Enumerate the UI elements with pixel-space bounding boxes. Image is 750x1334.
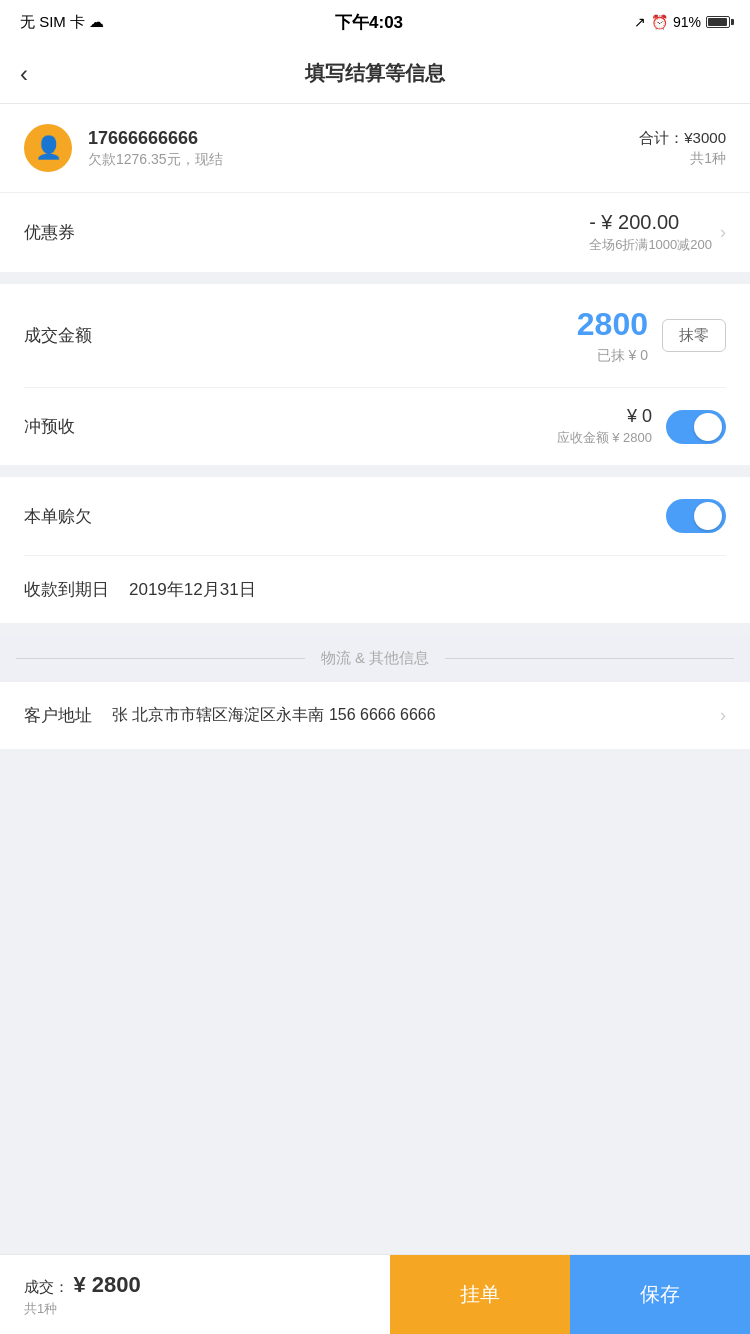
prepay-row: 冲预收 ¥ 0 应收金额 ¥ 2800 [24,388,726,465]
nav-bar: ‹ 填写结算等信息 [0,44,750,104]
address-section: 客户地址 张 北京市市辖区海淀区永丰南 156 6666 6666 › [0,682,750,749]
debt-section: 本单赊欠 收款到期日 2019年12月31日 [0,477,750,623]
status-bar: 无 SIM 卡 ☁ 下午4:03 ↗ ⏰ 91% [0,0,750,44]
customer-card: 👤 17666666666 欠款1276.35元，现结 合计：¥3000 共1种… [0,104,750,272]
amount-value-group: 2800 已抹 ¥ 0 [577,306,648,365]
bottom-spacer [0,749,750,829]
logistics-line-right [445,658,734,659]
address-chevron-icon: › [720,705,726,726]
toggle-knob [694,413,722,441]
page-title: 填写结算等信息 [305,60,445,87]
amount-label: 成交金额 [24,324,92,347]
customer-total: 合计：¥3000 共1种 [639,129,726,168]
coupon-desc: 全场6折满1000减200 [589,236,712,254]
bottom-summary: 成交： ¥ 2800 共1种 [0,1272,390,1318]
coupon-label: 优惠券 [24,221,75,244]
debt-toggle[interactable] [666,499,726,533]
prepay-value: ¥ 0 [557,406,652,427]
coupon-right: - ¥ 200.00 全场6折满1000减200 › [589,211,726,254]
status-time: 下午4:03 [335,11,403,34]
prepay-sub: 应收金额 ¥ 2800 [557,429,652,447]
logistics-divider: 物流 & 其他信息 [0,635,750,682]
prepay-right: ¥ 0 应收金额 ¥ 2800 [557,406,726,447]
save-button[interactable]: 保存 [570,1255,750,1335]
address-value: 张 北京市市辖区海淀区永丰南 156 6666 6666 [112,705,720,726]
amount-section: 成交金额 2800 已抹 ¥ 0 抹零 冲预收 ¥ 0 应收金额 ¥ 2800 [0,284,750,465]
debt-toggle-knob [694,502,722,530]
coupon-row[interactable]: 优惠券 - ¥ 200.00 全场6折满1000减200 › [0,192,750,272]
customer-debt: 欠款1276.35元，现结 [88,151,223,169]
amount-row: 成交金额 2800 已抹 ¥ 0 抹零 [24,284,726,388]
address-row[interactable]: 客户地址 张 北京市市辖区海淀区永丰南 156 6666 6666 › [24,682,726,749]
customer-left: 👤 17666666666 欠款1276.35元，现结 [24,124,223,172]
debt-label: 本单赊欠 [24,505,92,528]
sim-label: 无 SIM 卡 ☁ [20,13,104,32]
due-date-label: 收款到期日 [24,578,109,601]
battery-percent: 91% [673,14,701,30]
product-count: 共1种 [639,150,726,168]
due-date-value: 2019年12月31日 [129,578,256,601]
total-amount: 合计：¥3000 [639,129,726,148]
deal-count: 共1种 [24,1300,366,1318]
avatar: 👤 [24,124,72,172]
logistics-label: 物流 & 其他信息 [321,649,429,668]
bottom-bar: 成交： ¥ 2800 共1种 挂单 保存 [0,1254,750,1334]
chevron-right-icon: › [720,222,726,243]
alarm-icon: ⏰ [651,14,668,30]
address-label: 客户地址 [24,704,92,727]
status-right: ↗ ⏰ 91% [634,14,730,30]
amount-sub: 已抹 ¥ 0 [577,347,648,365]
due-date-row: 收款到期日 2019年12月31日 [24,556,726,623]
location-icon: ↗ [634,14,646,30]
amount-right: 2800 已抹 ¥ 0 抹零 [577,306,726,365]
customer-info: 17666666666 欠款1276.35元，现结 [88,128,223,169]
customer-row: 👤 17666666666 欠款1276.35元，现结 合计：¥3000 共1种 [0,104,750,192]
hang-button[interactable]: 挂单 [390,1255,570,1335]
round-button[interactable]: 抹零 [662,319,726,352]
deal-label: 成交： [24,1278,69,1295]
status-left: 无 SIM 卡 ☁ [20,13,104,32]
coupon-info: - ¥ 200.00 全场6折满1000减200 [589,211,712,254]
battery-icon [706,16,730,28]
prepay-toggle[interactable] [666,410,726,444]
debt-row: 本单赊欠 [24,477,726,556]
deal-amount: ¥ 2800 [73,1272,140,1297]
logistics-line-left [16,658,305,659]
customer-phone: 17666666666 [88,128,223,149]
deal-info: 成交： ¥ 2800 [24,1272,366,1298]
prepay-label: 冲预收 [24,415,75,438]
prepay-amount-group: ¥ 0 应收金额 ¥ 2800 [557,406,652,447]
back-button[interactable]: ‹ [20,60,28,88]
coupon-discount: - ¥ 200.00 [589,211,712,234]
amount-value: 2800 [577,306,648,343]
